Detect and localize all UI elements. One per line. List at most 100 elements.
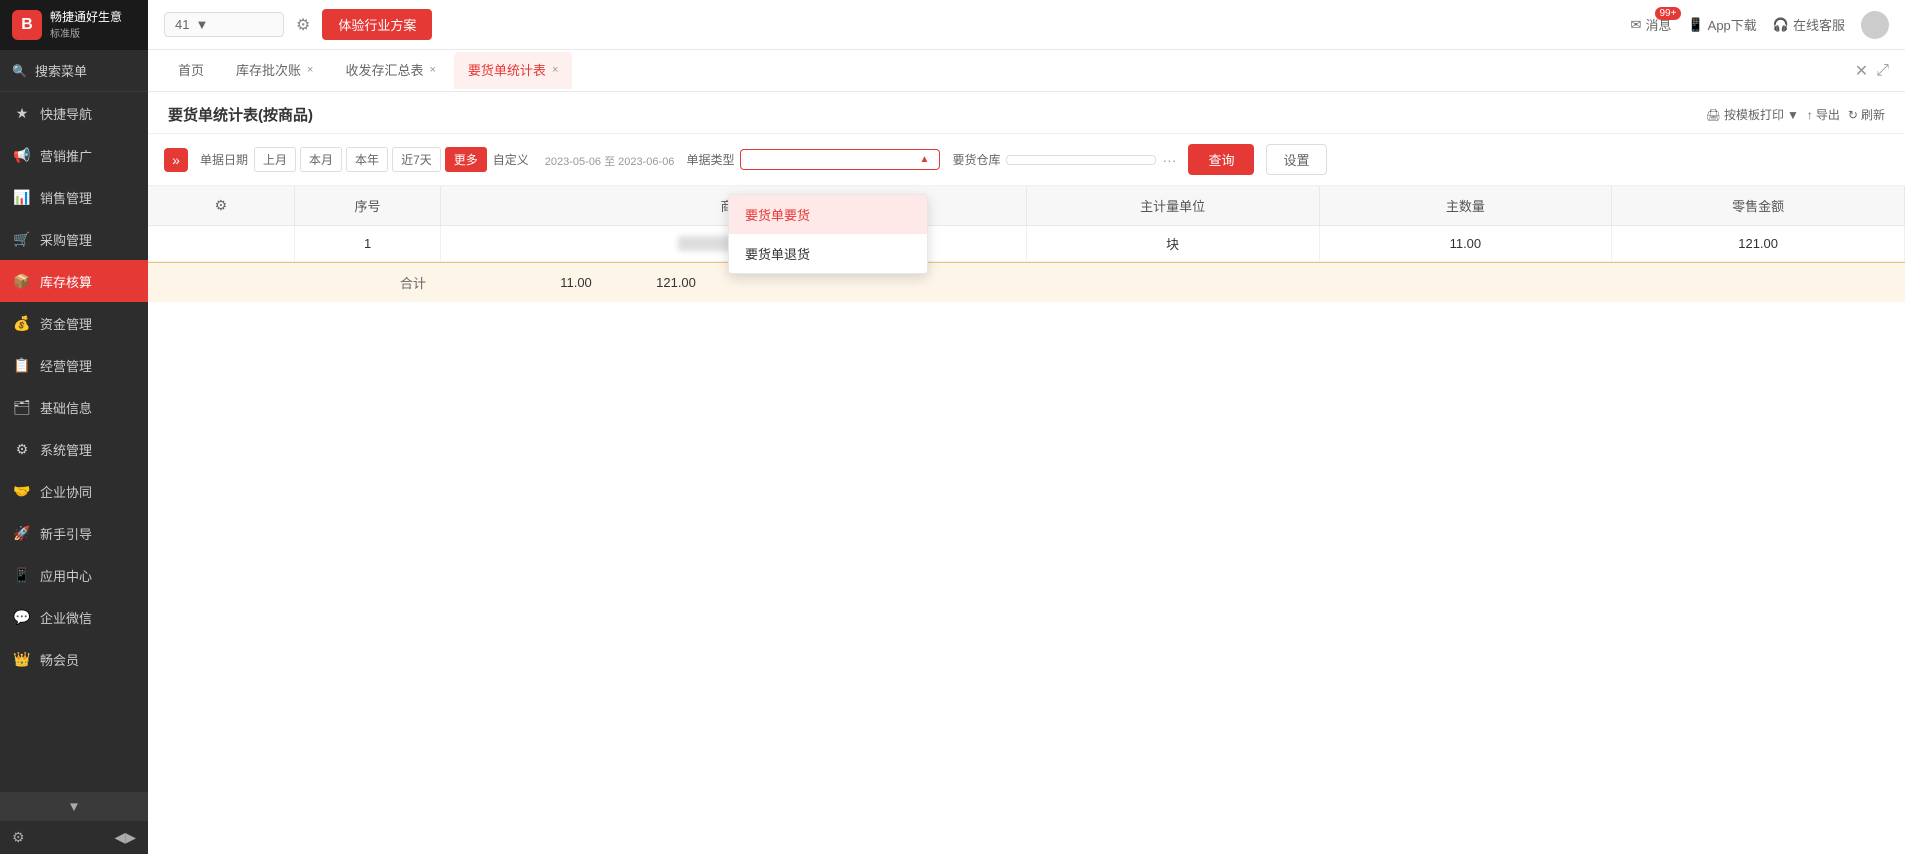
industry-btn[interactable]: 体验行业方案 <box>322 9 432 40</box>
sidebar-item-operations[interactable]: 📋经营管理 <box>0 344 148 386</box>
nav-icon-system: ⚙ <box>12 439 32 459</box>
sidebar-item-wechat[interactable]: 💬企业微信 <box>0 596 148 638</box>
nav-label-inventory: 库存核算 <box>40 272 92 291</box>
sidebar-item-purchase[interactable]: 🛒采购管理 <box>0 218 148 260</box>
tab-close-recv-summary[interactable]: × <box>429 64 435 76</box>
tab-close-inventory-batch[interactable]: × <box>307 64 313 76</box>
messages-count: 99+ <box>1655 7 1682 20</box>
dropdown-item-return[interactable]: 要货单退货 <box>729 234 927 273</box>
sidebar-item-vip[interactable]: 👑畅会员 <box>0 638 148 680</box>
online-service-label: 在线客服 <box>1793 15 1845 34</box>
sidebar-logo: B 畅捷通好生意 标准版 <box>0 0 148 50</box>
nav-label-sales: 销售管理 <box>40 188 92 207</box>
search-icon: 🔍 <box>12 64 27 78</box>
filter-expand-btn[interactable]: » <box>164 148 188 172</box>
nav-label-guide: 新手引导 <box>40 524 92 543</box>
row-no: 1 <box>294 226 440 262</box>
date-btn-this-month[interactable]: 本月 <box>300 147 342 172</box>
export-btn[interactable]: ↑ 导出 <box>1807 106 1840 123</box>
th-amount: 零售金额 <box>1612 186 1905 226</box>
nav-icon-enterprise: 🤝 <box>12 481 32 501</box>
nav-label-system: 系统管理 <box>40 440 92 459</box>
export-label: 导出 <box>1816 106 1840 123</box>
date-btn-prev-month[interactable]: 上月 <box>254 147 296 172</box>
type-filter-group: 单据类型 ▲ <box>686 149 940 170</box>
sidebar-item-sales[interactable]: 📊 销售管理 <box>0 176 148 218</box>
date-btn-this-year[interactable]: 本年 <box>346 147 388 172</box>
print-btn[interactable]: 🖨 按模板打印 ▼ <box>1706 106 1799 123</box>
company-selector-text: 41 <box>175 17 189 32</box>
nav-icon-inventory: 📦 <box>12 271 32 291</box>
message-icon: ✉ <box>1631 17 1642 33</box>
tab-home[interactable]: 首页 <box>164 52 218 89</box>
refresh-btn[interactable]: ↻ 刷新 <box>1848 106 1885 123</box>
print-icon: 🖨 <box>1706 108 1721 122</box>
sidebar-item-basic[interactable]: 🗂基础信息 <box>0 386 148 428</box>
row-unit: 块 <box>1026 226 1319 262</box>
topbar-left: 41 ▼ ⚙ 体验行业方案 <box>164 9 432 40</box>
tab-close-all[interactable]: ✕ <box>1855 61 1868 81</box>
date-btn-more[interactable]: 更多 <box>445 147 487 172</box>
sidebar-item-quick-nav[interactable]: ★快捷导航 <box>0 92 148 134</box>
type-dropdown: 要货单要货要货单退货 <box>728 194 928 274</box>
messages-btn[interactable]: ✉ 消息 99+ <box>1631 15 1672 34</box>
nav-icon-marketing: 📢 <box>12 145 32 165</box>
sidebar-item-guide[interactable]: 🚀 新手引导 <box>0 512 148 554</box>
nav-label-marketing: 营销推广 <box>40 146 92 165</box>
nav-label-vip: 畅会员 <box>40 650 79 669</box>
nav-icon-guide: 🚀 <box>12 523 32 543</box>
tab-requisition-summary[interactable]: 要货单统计表 × <box>454 52 572 89</box>
table-header-row: ⚙ 序号 商品 主计量单位 主数量 零售金额 <box>148 186 1905 226</box>
sidebar-item-inventory[interactable]: 📦 库存核算 <box>0 260 148 302</box>
nav-icon-basic: 🗂 <box>12 397 32 417</box>
refresh-label: 刷新 <box>1861 106 1885 123</box>
search-menu[interactable]: 🔍 搜索菜单 <box>0 50 148 92</box>
tab-expand[interactable]: ⤢ <box>1876 62 1889 80</box>
type-filter-select[interactable]: ▲ <box>740 149 940 170</box>
app-version: 标准版 <box>50 25 122 40</box>
th-no: 序号 <box>294 186 440 226</box>
sidebar-item-marketing[interactable]: 📢 营销推广 <box>0 134 148 176</box>
filter-more-dots[interactable]: ··· <box>1162 152 1176 168</box>
type-chevron-icon: ▲ <box>920 154 930 165</box>
sidebar-scroll-down[interactable]: ▼ <box>0 792 148 820</box>
page-title: 要货单统计表(按商品) <box>168 104 313 125</box>
company-selector[interactable]: 41 ▼ <box>164 12 284 37</box>
nav-icon-sales: 📊 <box>12 187 32 207</box>
app-download-btn[interactable]: 📱 App下载 <box>1687 15 1756 34</box>
settings-icon[interactable]: ⚙ <box>12 829 25 846</box>
query-btn[interactable]: 查询 <box>1188 144 1254 175</box>
dropdown-item-order[interactable]: 要货单要货 <box>729 195 927 234</box>
tab-recv-summary[interactable]: 收发存汇总表 × <box>331 52 449 89</box>
main-content: 41 ▼ ⚙ 体验行业方案 ✉ 消息 99+ 📱 App下载 🎧 在线客服 <box>148 0 1905 854</box>
sidebar-item-system[interactable]: ⚙ 系统管理 <box>0 428 148 470</box>
sidebar-item-enterprise[interactable]: 🤝 企业协同 <box>0 470 148 512</box>
nav-label-enterprise: 企业协同 <box>40 482 92 501</box>
nav-label-purchase: 采购管理 <box>40 230 92 249</box>
footer-amount: 121.00 <box>626 275 726 290</box>
user-avatar[interactable] <box>1861 11 1889 39</box>
sidebar-item-finance[interactable]: 💰资金管理 <box>0 302 148 344</box>
th-settings[interactable]: ⚙ <box>148 186 294 226</box>
date-btn-7days[interactable]: 近7天 <box>392 147 441 172</box>
topbar-gear-icon[interactable]: ⚙ <box>296 15 310 35</box>
gear-icon[interactable]: ⚙ <box>215 197 228 213</box>
page-panel: 要货单统计表(按商品) 🖨 按模板打印 ▼ ↑ 导出 ↻ 刷新 <box>148 92 1905 854</box>
row-amount: 121.00 <box>1612 226 1905 262</box>
sidebar-item-app-center[interactable]: 📱应用中心 <box>0 554 148 596</box>
date-filter-label: 单据日期 <box>200 151 248 168</box>
collapse-icon[interactable]: ◀▶ <box>114 829 136 846</box>
warehouse-filter-group: 要货仓库 ··· <box>952 151 1176 168</box>
tab-close-requisition-summary[interactable]: × <box>552 64 558 76</box>
print-label: 按模板打印 <box>1724 106 1784 123</box>
table-container: ⚙ 序号 商品 主计量单位 主数量 零售金额 1 <box>148 186 1905 262</box>
nav-label-operations: 经营管理 <box>40 356 92 375</box>
warehouse-filter-select[interactable] <box>1006 155 1156 165</box>
online-service-btn[interactable]: 🎧 在线客服 <box>1773 15 1845 34</box>
type-filter-label: 单据类型 <box>686 151 734 168</box>
tab-label-requisition-summary: 要货单统计表 <box>468 60 546 79</box>
row-quantity: 11.00 <box>1319 226 1612 262</box>
tab-inventory-batch[interactable]: 库存批次账 × <box>222 52 327 89</box>
table-settings-btn[interactable]: 设置 <box>1266 144 1326 175</box>
date-custom-label[interactable]: 自定义 <box>493 151 529 168</box>
